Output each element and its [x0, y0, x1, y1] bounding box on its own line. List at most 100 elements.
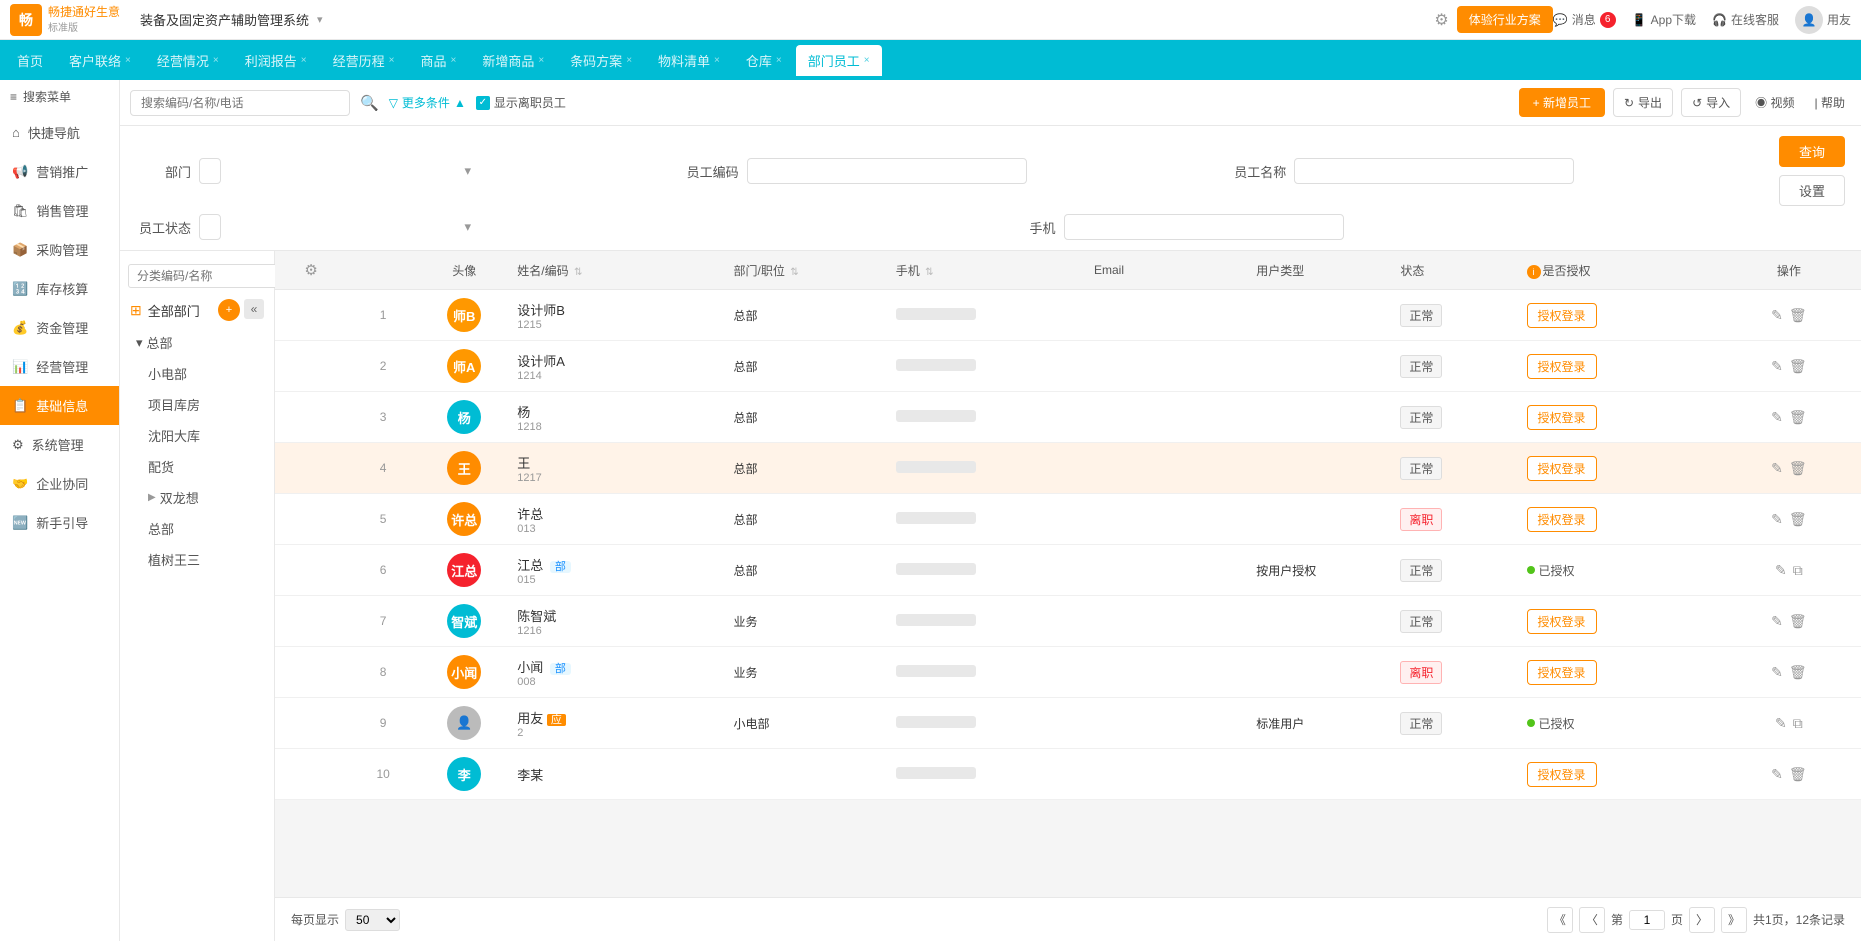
sidebar-item-purchase[interactable]: 📦 采购管理: [0, 230, 119, 269]
prev-page-button[interactable]: 〈: [1579, 907, 1605, 933]
page-number-input[interactable]: [1629, 910, 1665, 930]
message-btn[interactable]: 💬 消息 6: [1553, 11, 1616, 28]
sidebar-item-search[interactable]: ≡ 搜索菜单: [0, 80, 119, 113]
sidebar-item-guide[interactable]: 🆕 新手引导: [0, 503, 119, 542]
auth-btn[interactable]: 授权登录: [1527, 354, 1597, 379]
copy-button[interactable]: ⧉: [1793, 715, 1803, 732]
tree-item-peihuo[interactable]: 配货: [120, 451, 274, 482]
last-page-button[interactable]: 》: [1721, 907, 1747, 933]
edit-button[interactable]: ✎: [1771, 664, 1783, 681]
tab-home[interactable]: 首页: [5, 45, 55, 76]
edit-button[interactable]: ✎: [1771, 613, 1783, 630]
tab-customer[interactable]: 客户联络 ×: [57, 45, 143, 76]
edit-button[interactable]: ✎: [1771, 307, 1783, 324]
edit-button[interactable]: ✎: [1775, 562, 1787, 579]
sidebar-item-system[interactable]: ⚙ 系统管理: [0, 425, 119, 464]
delete-button[interactable]: 🗑: [1789, 664, 1807, 681]
tab-history[interactable]: 经营历程 ×: [321, 45, 407, 76]
next-page-button[interactable]: 〉: [1689, 907, 1715, 933]
auth-btn[interactable]: 授权登录: [1527, 405, 1597, 430]
more-filter-btn[interactable]: ▽ 更多条件 ▲: [389, 94, 466, 111]
edit-button[interactable]: ✎: [1771, 409, 1783, 426]
tab-profit[interactable]: 利润报告 ×: [233, 45, 319, 76]
sidebar-item-operation[interactable]: 📊 经营管理: [0, 347, 119, 386]
delete-button[interactable]: 🗑: [1789, 409, 1807, 426]
close-icon[interactable]: ×: [626, 55, 632, 66]
tree-item-shenyang[interactable]: 沈阳大库: [120, 420, 274, 451]
auth-btn[interactable]: 授权登录: [1527, 660, 1597, 685]
edit-button[interactable]: ✎: [1771, 766, 1783, 783]
show-resigned-checkbox[interactable]: ✓: [476, 96, 490, 110]
col-dept-header[interactable]: 部门/职位 ⇅: [726, 251, 888, 290]
export-button[interactable]: ↻ 导出: [1613, 88, 1673, 117]
dept-add-icon[interactable]: +: [218, 299, 240, 321]
col-phone-header[interactable]: 手机 ⇅: [888, 251, 1086, 290]
help-button[interactable]: | 帮助: [1809, 89, 1851, 116]
tab-goods[interactable]: 商品 ×: [408, 45, 468, 76]
sidebar-item-basic[interactable]: 📋 基础信息: [0, 386, 119, 425]
sidebar-item-finance[interactable]: 💰 资金管理: [0, 308, 119, 347]
close-icon[interactable]: ×: [714, 55, 720, 66]
show-resigned-toggle[interactable]: ✓ 显示离职员工: [476, 94, 566, 111]
sidebar-item-sales[interactable]: 🛍 销售管理: [0, 191, 119, 230]
tab-barcode[interactable]: 条码方案 ×: [558, 45, 644, 76]
filter-phone-input[interactable]: [1064, 214, 1344, 240]
close-icon[interactable]: ×: [389, 55, 395, 66]
delete-button[interactable]: 🗑: [1789, 613, 1807, 630]
tree-item-head[interactable]: ▾ 总部: [120, 327, 274, 358]
close-icon[interactable]: ×: [213, 55, 219, 66]
search-button[interactable]: 🔍: [360, 94, 379, 112]
view-button[interactable]: ◉ 视频: [1749, 89, 1800, 116]
auth-btn[interactable]: 授权登录: [1527, 762, 1597, 787]
col-name-header[interactable]: 姓名/编码 ⇅: [509, 251, 725, 290]
tree-item-zongbu[interactable]: 总部: [120, 513, 274, 544]
sidebar-item-collab[interactable]: 🤝 企业协同: [0, 464, 119, 503]
table-settings-icon[interactable]: ⚙: [304, 262, 317, 279]
sidebar-item-quicknav[interactable]: ⌂ 快捷导航: [0, 113, 119, 152]
delete-button[interactable]: 🗑: [1789, 307, 1807, 324]
search-input[interactable]: [130, 90, 350, 116]
tab-employees[interactable]: 部门员工 ×: [796, 45, 882, 76]
edit-button[interactable]: ✎: [1771, 358, 1783, 375]
tab-operation-status[interactable]: 经营情况 ×: [145, 45, 231, 76]
close-icon[interactable]: ×: [538, 55, 544, 66]
page-size-select[interactable]: 50 100 200: [345, 909, 400, 931]
delete-button[interactable]: 🗑: [1789, 766, 1807, 783]
filter-setting-button[interactable]: 设置: [1779, 175, 1845, 206]
close-icon[interactable]: ×: [864, 55, 870, 66]
tab-bom[interactable]: 物料清单 ×: [646, 45, 732, 76]
close-icon[interactable]: ×: [776, 55, 782, 66]
copy-button[interactable]: ⧉: [1793, 562, 1803, 579]
dept-collapse-icon[interactable]: «: [244, 299, 264, 319]
tab-new-goods[interactable]: 新增商品 ×: [470, 45, 556, 76]
auth-btn[interactable]: 授权登录: [1527, 507, 1597, 532]
auth-btn[interactable]: 授权登录: [1527, 609, 1597, 634]
add-employee-button[interactable]: + 新增员工: [1519, 88, 1605, 117]
tree-item-xiaodibu[interactable]: 小电部: [120, 358, 274, 389]
auth-btn[interactable]: 授权登录: [1527, 456, 1597, 481]
gear-icon[interactable]: ⚙: [1426, 10, 1456, 30]
tab-warehouse[interactable]: 仓库 ×: [734, 45, 794, 76]
filter-search-button[interactable]: 查询: [1779, 136, 1845, 167]
edit-button[interactable]: ✎: [1771, 511, 1783, 528]
edit-button[interactable]: ✎: [1771, 460, 1783, 477]
filter-dept-select[interactable]: [199, 158, 221, 184]
delete-button[interactable]: 🗑: [1789, 460, 1807, 477]
tree-item-shuanglong[interactable]: ▶ 双龙想: [120, 482, 274, 513]
delete-button[interactable]: 🗑: [1789, 511, 1807, 528]
first-page-button[interactable]: 《: [1547, 907, 1573, 933]
delete-button[interactable]: 🗑: [1789, 358, 1807, 375]
trial-btn[interactable]: 体验行业方案: [1457, 6, 1553, 33]
filter-emp-code-input[interactable]: [747, 158, 1027, 184]
sidebar-item-marketing[interactable]: 📢 营销推广: [0, 152, 119, 191]
close-icon[interactable]: ×: [125, 55, 131, 66]
tree-item-xiangmu[interactable]: 项目库房: [120, 389, 274, 420]
import-button[interactable]: ↺ 导入: [1681, 88, 1741, 117]
edit-button[interactable]: ✎: [1775, 715, 1787, 732]
filter-status-select[interactable]: [199, 214, 221, 240]
sidebar-item-inventory[interactable]: 🔢 库存核算: [0, 269, 119, 308]
user-area[interactable]: 👤 用友: [1795, 6, 1851, 34]
filter-emp-name-input[interactable]: [1294, 158, 1574, 184]
online-service-btn[interactable]: 🎧 在线客服: [1712, 11, 1779, 28]
close-icon[interactable]: ×: [301, 55, 307, 66]
